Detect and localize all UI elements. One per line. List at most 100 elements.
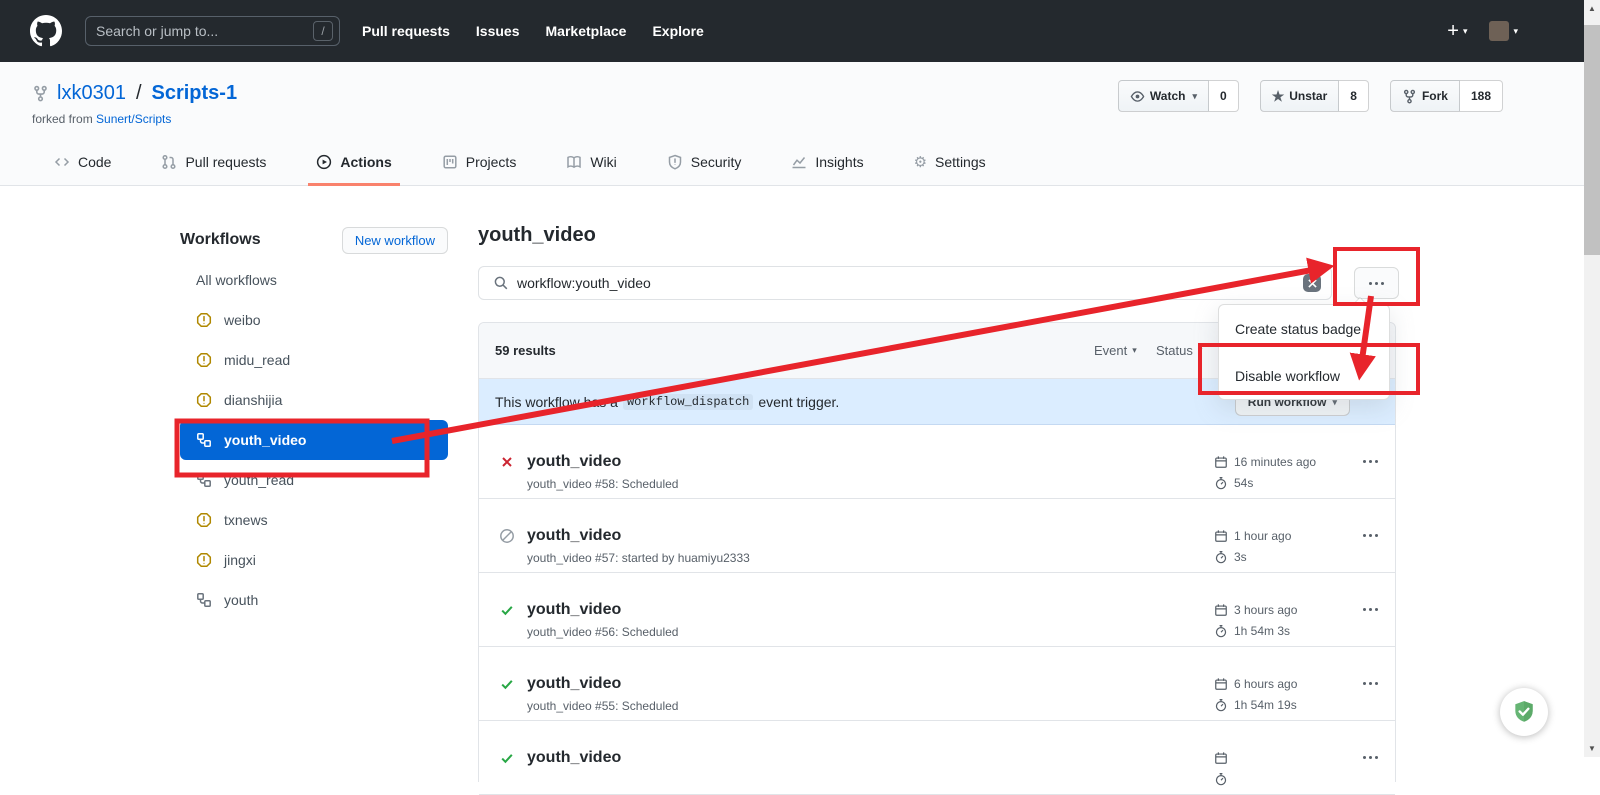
user-menu-button[interactable]: ▾ <box>1489 21 1518 41</box>
fork-count[interactable]: 188 <box>1460 80 1503 112</box>
run-row: youth_video youth_video #57: started by … <box>479 499 1395 573</box>
workflow-name: jingxi <box>224 552 256 568</box>
header-nav-link[interactable]: Explore <box>652 23 703 39</box>
run-options-button[interactable] <box>1363 460 1378 463</box>
kebab-icon <box>1363 682 1366 685</box>
run-name-link[interactable]: youth_video <box>527 675 621 693</box>
run-name-link[interactable]: youth_video <box>527 749 621 767</box>
menu-item[interactable]: Disable workflow <box>1219 352 1389 399</box>
tab-pull-requests[interactable]: Pull requests <box>153 141 274 186</box>
run-status-icon <box>499 528 515 544</box>
tab-projects[interactable]: Projects <box>434 141 525 186</box>
tab-label: Settings <box>935 154 986 170</box>
run-time: 16 minutes ago <box>1214 455 1316 469</box>
github-logo-icon[interactable] <box>30 15 62 47</box>
header-nav-link[interactable]: Issues <box>476 23 520 39</box>
runs-search-input[interactable] <box>517 275 1303 291</box>
workflow-name: youth_video <box>224 432 306 448</box>
run-options-button[interactable] <box>1363 756 1378 759</box>
kebab-icon <box>1363 756 1366 759</box>
menu-item[interactable]: Create status badge <box>1219 305 1389 352</box>
run-row: youth_video youth_video #55: Scheduled 6… <box>479 647 1395 721</box>
watch-button[interactable]: Watch ▾ <box>1118 80 1209 112</box>
status-filter[interactable]: Status ▾ <box>1156 343 1202 358</box>
star-count[interactable]: 8 <box>1339 80 1369 112</box>
star-group: ★ Unstar 8 <box>1260 80 1369 112</box>
adblock-extension-button[interactable] <box>1500 688 1548 736</box>
workflow-list-item[interactable]: weibo <box>180 300 448 340</box>
run-description: youth_video #55: Scheduled <box>527 699 678 713</box>
run-options-button[interactable] <box>1363 682 1378 685</box>
global-search-input[interactable] <box>96 23 313 39</box>
header-nav-link[interactable]: Pull requests <box>362 23 450 39</box>
project-icon <box>442 154 458 170</box>
repo-owner-link[interactable]: lxk0301 <box>57 82 126 105</box>
workflow-list-item[interactable]: All workflows <box>180 260 448 300</box>
workflow-list-item[interactable]: youth_read <box>180 460 448 500</box>
scroll-up-icon[interactable]: ▲ <box>1584 0 1600 17</box>
workflow-list-item[interactable]: youth_video <box>180 420 448 460</box>
eye-icon <box>1130 89 1145 104</box>
calendar-icon <box>1214 603 1228 617</box>
scrollbar[interactable]: ▲ ▼ <box>1584 0 1600 757</box>
repo-name-link[interactable]: Scripts-1 <box>152 82 238 105</box>
plus-icon: + <box>1447 21 1459 41</box>
run-status-icon <box>499 676 515 692</box>
fork-button[interactable]: Fork <box>1390 80 1460 112</box>
workflow-name: youth <box>224 592 258 608</box>
run-row: youth_video <box>479 721 1395 795</box>
workflow-name: midu_read <box>224 352 290 368</box>
tab-wiki[interactable]: Wiki <box>558 141 624 186</box>
run-duration-text: 54s <box>1234 476 1253 490</box>
tab-code[interactable]: Code <box>46 141 119 186</box>
kebab-icon <box>1369 282 1372 285</box>
fork-label: Fork <box>1422 89 1448 103</box>
workflow-list-item[interactable]: dianshijia <box>180 380 448 420</box>
run-name-link[interactable]: youth_video <box>527 601 621 619</box>
new-workflow-button[interactable]: New workflow <box>342 227 448 254</box>
workflow-state-icon <box>196 472 212 488</box>
caret-down-icon: ▾ <box>1132 346 1137 355</box>
tab-security[interactable]: Security <box>659 141 750 186</box>
tab-label: Security <box>691 154 742 170</box>
header-nav-link[interactable]: Marketplace <box>546 23 627 39</box>
kebab-icon <box>1363 460 1366 463</box>
workflow-list-item[interactable]: txnews <box>180 500 448 540</box>
run-options-button[interactable] <box>1363 608 1378 611</box>
green-shield-check-icon <box>1511 699 1537 725</box>
star-filled-icon: ★ <box>1272 89 1285 103</box>
workflow-list-item[interactable]: midu_read <box>180 340 448 380</box>
warning-octagon-icon <box>196 352 212 368</box>
run-options-button[interactable] <box>1363 534 1378 537</box>
event-filter[interactable]: Event ▾ <box>1094 343 1137 358</box>
tab-settings[interactable]: ⚙ Settings <box>906 141 994 186</box>
run-time: 6 hours ago <box>1214 677 1297 691</box>
calendar-icon <box>1214 751 1228 765</box>
warning-octagon-icon <box>196 392 212 408</box>
create-new-button[interactable]: + ▾ <box>1447 21 1467 41</box>
workflow-list-item[interactable]: jingxi <box>180 540 448 580</box>
tab-insights[interactable]: Insights <box>783 141 871 186</box>
workflow-list-item[interactable]: youth <box>180 580 448 620</box>
tab-actions[interactable]: Actions <box>308 141 399 186</box>
run-time: 1 hour ago <box>1214 529 1291 543</box>
scroll-down-icon[interactable]: ▼ <box>1584 740 1600 757</box>
run-time-ago: 6 hours ago <box>1234 677 1297 691</box>
scrollbar-thumb[interactable] <box>1584 25 1600 255</box>
unstar-button[interactable]: ★ Unstar <box>1260 80 1340 112</box>
status-filter-label: Status <box>1156 343 1193 358</box>
clear-search-button[interactable] <box>1303 274 1321 292</box>
actions-main: youth_video 59 results Event ▾ Status ▾ … <box>478 216 1398 757</box>
run-name-link[interactable]: youth_video <box>527 527 621 545</box>
tab-label: Insights <box>815 154 863 170</box>
workflow-name: All workflows <box>196 272 277 288</box>
warning-octagon-icon <box>196 552 212 568</box>
x-icon <box>499 454 515 470</box>
watch-count[interactable]: 0 <box>1209 80 1239 112</box>
run-time <box>1214 751 1234 765</box>
run-name-link[interactable]: youth_video <box>527 453 621 471</box>
tab-label: Projects <box>466 154 517 170</box>
workflow-name: dianshijia <box>224 392 282 408</box>
runs-list: youth_video youth_video #58: Scheduled 1… <box>479 425 1395 795</box>
forked-from-link[interactable]: Sunert/Scripts <box>96 112 171 126</box>
